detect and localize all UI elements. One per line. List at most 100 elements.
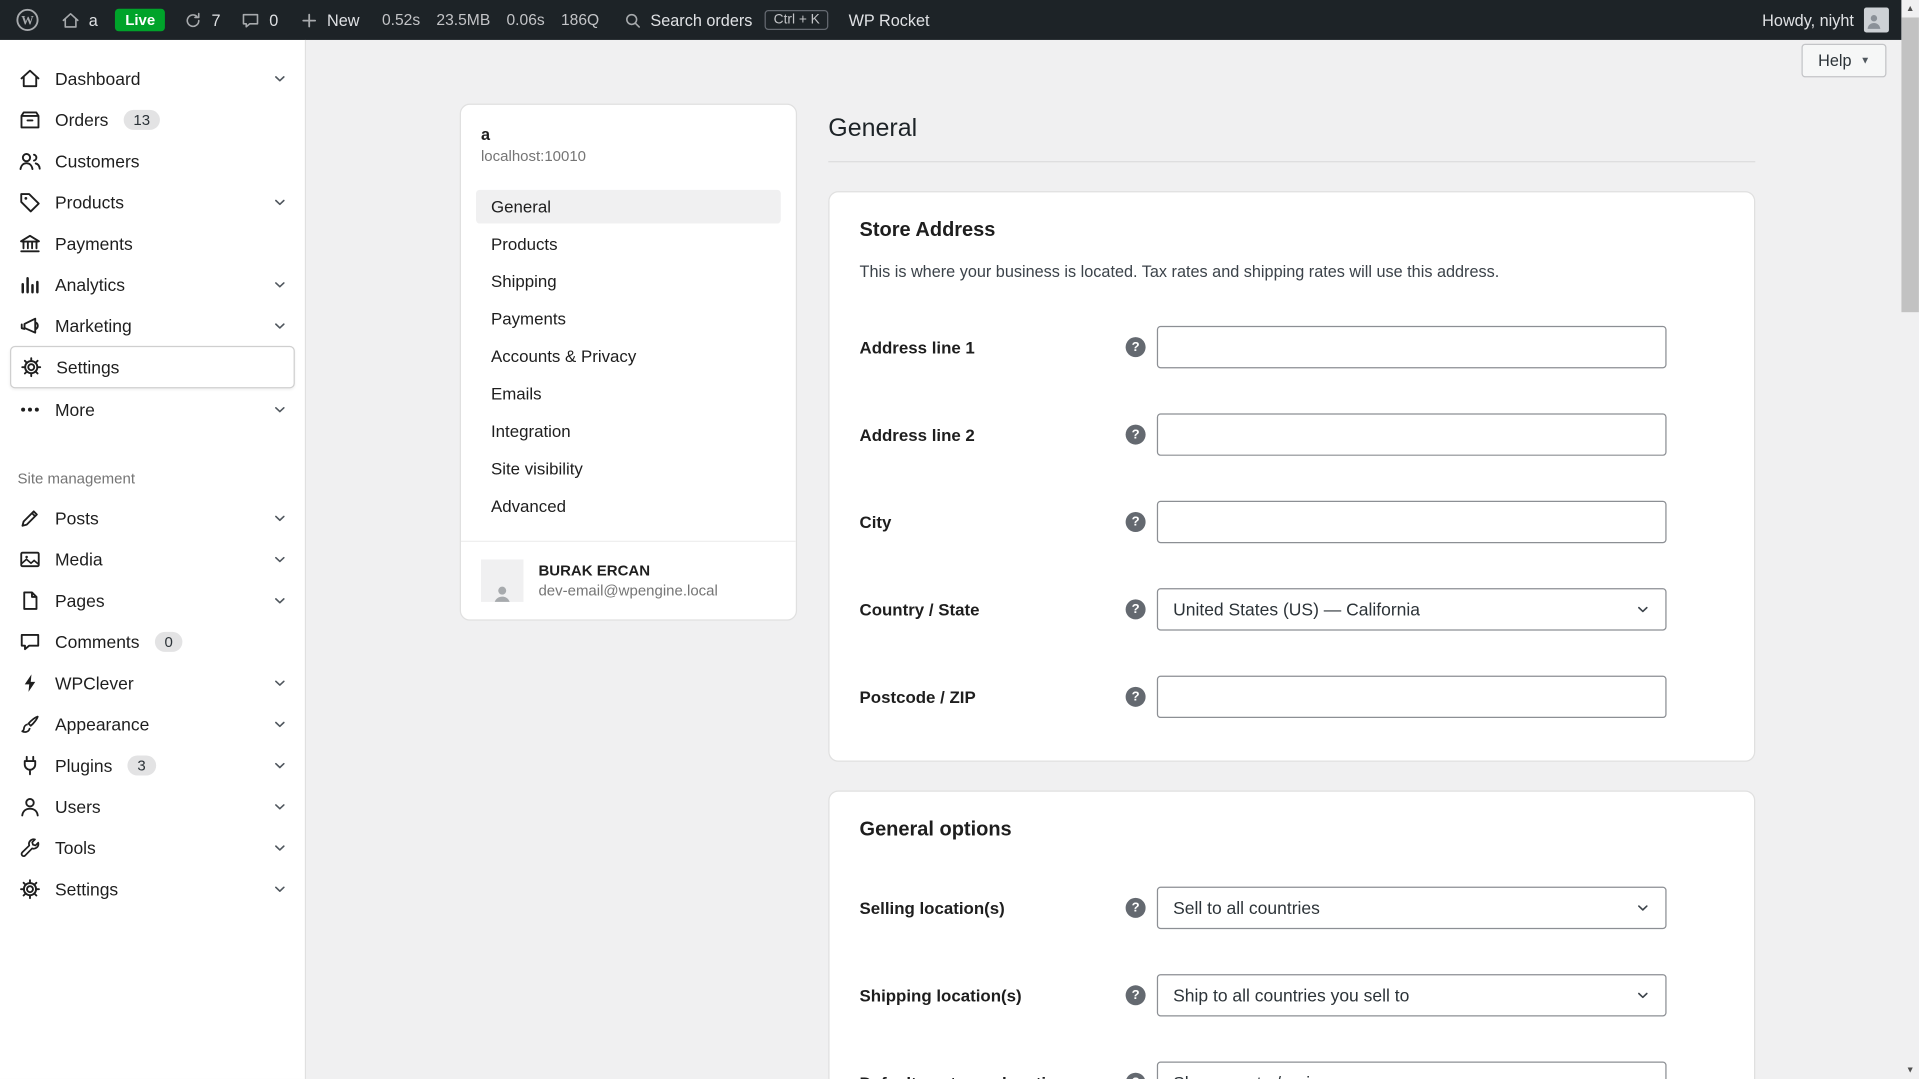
sidebar-item-label: Plugins bbox=[54, 754, 113, 775]
chevron-down-icon bbox=[270, 837, 290, 857]
home-icon bbox=[17, 66, 42, 91]
account-menu[interactable]: Howdy, niyht bbox=[1762, 7, 1896, 33]
section-store-address: Store Address This is where your business… bbox=[828, 191, 1756, 762]
select-selling-location-s[interactable]: Sell to all countries bbox=[1156, 886, 1667, 930]
settings-tab-shipping[interactable]: Shipping bbox=[476, 265, 781, 299]
help-label: Help bbox=[1818, 51, 1852, 70]
sidebar-item-posts[interactable]: Posts bbox=[0, 497, 305, 538]
sidebar-item-label: Settings bbox=[56, 357, 120, 378]
site-menu[interactable]: a bbox=[50, 0, 108, 40]
help-icon[interactable]: ? bbox=[1125, 985, 1146, 1006]
settings-tab-accounts-privacy[interactable]: Accounts & Privacy bbox=[476, 340, 781, 374]
sidebar-item-label: Pages bbox=[54, 590, 105, 611]
chevron-down-icon bbox=[270, 549, 290, 569]
person-icon bbox=[490, 577, 515, 602]
sidebar-item-label: Payments bbox=[54, 232, 133, 253]
help-icon[interactable]: ? bbox=[1125, 599, 1146, 620]
sidebar-main-nav: Dashboard Orders 13 Customers Products Paymen… bbox=[0, 57, 305, 429]
wordpress-logo-menu[interactable]: W bbox=[5, 0, 50, 40]
sidebar-item-comments[interactable]: Comments 0 bbox=[0, 621, 305, 662]
sidebar-item-more[interactable]: More bbox=[0, 388, 305, 429]
sidebar-item-settings[interactable]: Settings bbox=[0, 868, 305, 909]
sidebar-item-payments[interactable]: Payments bbox=[0, 222, 305, 263]
updates-indicator[interactable]: 7 bbox=[173, 0, 231, 40]
settings-site-url: localhost:10010 bbox=[480, 147, 587, 165]
update-count: 7 bbox=[211, 10, 221, 30]
select-default-customer-location[interactable]: Shop country/region bbox=[1156, 1061, 1667, 1079]
select-value: Shop country/region bbox=[1173, 1073, 1330, 1079]
field-label: Country / State bbox=[859, 600, 980, 619]
help-button[interactable]: Help ▼ bbox=[1801, 43, 1887, 78]
sidebar-item-customers[interactable]: Customers bbox=[0, 140, 305, 181]
media-icon bbox=[17, 546, 42, 571]
help-icon[interactable]: ? bbox=[1125, 512, 1146, 532]
form-row-shipping-location-s: Shipping location(s)? Ship to all countri… bbox=[860, 974, 1725, 1017]
appearance-icon bbox=[17, 711, 42, 736]
admin-bar: W a Live 7 0 New 0.52s 23.5MB 0.06s 186Q Se… bbox=[0, 0, 1902, 40]
chevron-down-icon bbox=[270, 315, 290, 335]
settings-user-panel: BURAK ERCAN dev-email@wpengine.local bbox=[460, 540, 796, 620]
sidebar-item-analytics[interactable]: Analytics bbox=[0, 263, 305, 304]
sidebar-item-marketing[interactable]: Marketing bbox=[0, 305, 305, 346]
help-icon[interactable]: ? bbox=[1125, 337, 1146, 358]
chevron-down-icon bbox=[270, 68, 290, 88]
sidebar-item-label: Orders bbox=[54, 109, 109, 130]
help-icon[interactable]: ? bbox=[1125, 897, 1146, 918]
sidebar-item-products[interactable]: Products bbox=[0, 181, 305, 222]
settings-tab-site-visibility[interactable]: Site visibility bbox=[476, 452, 781, 486]
field-label: Postcode / ZIP bbox=[859, 687, 976, 707]
scrollbar-down-arrow[interactable]: ▼ bbox=[1901, 1061, 1918, 1078]
environment-live-badge[interactable]: Live bbox=[115, 8, 166, 32]
field-label: Default customer location bbox=[860, 1073, 1126, 1079]
input-city[interactable] bbox=[1156, 500, 1667, 544]
sidebar-item-wpclever[interactable]: WPClever bbox=[0, 662, 305, 703]
sidebar-item-dashboard[interactable]: Dashboard bbox=[0, 57, 305, 98]
chevron-down-icon bbox=[270, 192, 290, 212]
new-content-button[interactable]: New bbox=[288, 0, 369, 40]
settings-tab-advanced[interactable]: Advanced bbox=[476, 490, 781, 524]
select-value: Ship to all countries you sell to bbox=[1173, 985, 1410, 1006]
sidebar-item-settings[interactable]: Settings bbox=[9, 345, 295, 389]
settings-tab-integration[interactable]: Integration bbox=[476, 415, 781, 449]
help-icon[interactable]: ? bbox=[1125, 686, 1146, 707]
search-shortcut-hint: Ctrl + K bbox=[764, 9, 829, 30]
tools-icon bbox=[17, 835, 42, 860]
settings-tab-emails[interactable]: Emails bbox=[476, 377, 781, 411]
sidebar-item-tools[interactable]: Tools bbox=[0, 827, 305, 868]
chevron-down-icon bbox=[270, 796, 290, 816]
pages-icon bbox=[17, 588, 42, 613]
sidebar-item-appearance[interactable]: Appearance bbox=[0, 703, 305, 744]
input-address-line-2[interactable] bbox=[1156, 413, 1667, 456]
chevron-down-icon bbox=[1633, 599, 1653, 619]
sidebar-item-users[interactable]: Users bbox=[0, 785, 305, 826]
search-orders-button[interactable]: Search orders Ctrl + K bbox=[612, 0, 839, 40]
select-value: United States (US) — California bbox=[1173, 599, 1421, 620]
home-icon bbox=[60, 9, 81, 30]
sidebar-item-orders[interactable]: Orders 13 bbox=[0, 99, 305, 140]
sidebar-item-media[interactable]: Media bbox=[0, 538, 305, 579]
help-icon[interactable]: ? bbox=[1125, 1072, 1146, 1079]
chevron-down-icon bbox=[270, 672, 290, 692]
input-postcode-zip[interactable] bbox=[1156, 675, 1667, 719]
wordpress-logo-icon: W bbox=[15, 7, 40, 32]
input-address-line-1[interactable] bbox=[1156, 325, 1667, 369]
query-monitor-stats[interactable]: 0.52s 23.5MB 0.06s 186Q bbox=[369, 11, 611, 28]
settings-tab-products[interactable]: Products bbox=[476, 227, 781, 261]
wordpress-admin-screen: W a Live 7 0 New 0.52s 23.5MB 0.06s 186Q Se… bbox=[0, 0, 1919, 1079]
chevron-down-icon bbox=[1633, 985, 1653, 1005]
wp-rocket-menu[interactable]: WP Rocket bbox=[839, 0, 940, 40]
settings-tab-general[interactable]: General bbox=[475, 189, 781, 224]
scrollbar[interactable]: ▲ ▼ bbox=[1901, 0, 1919, 1079]
select-shipping-location-s[interactable]: Ship to all countries you sell to bbox=[1156, 974, 1667, 1017]
scrollbar-up-arrow[interactable]: ▲ bbox=[1901, 0, 1918, 17]
select-country-state[interactable]: United States (US) — California bbox=[1156, 588, 1667, 631]
settings-tabs: General Products Shipping Payments Accounts … bbox=[461, 165, 796, 523]
scrollbar-thumb[interactable] bbox=[1901, 17, 1919, 313]
help-icon[interactable]: ? bbox=[1125, 424, 1146, 445]
comments-indicator[interactable]: 0 bbox=[230, 0, 288, 40]
comment-count: 0 bbox=[269, 10, 279, 30]
sidebar-item-pages[interactable]: Pages bbox=[0, 579, 305, 620]
count-badge: 3 bbox=[127, 754, 156, 775]
sidebar-item-plugins[interactable]: Plugins 3 bbox=[0, 744, 305, 785]
settings-tab-payments[interactable]: Payments bbox=[476, 302, 781, 336]
